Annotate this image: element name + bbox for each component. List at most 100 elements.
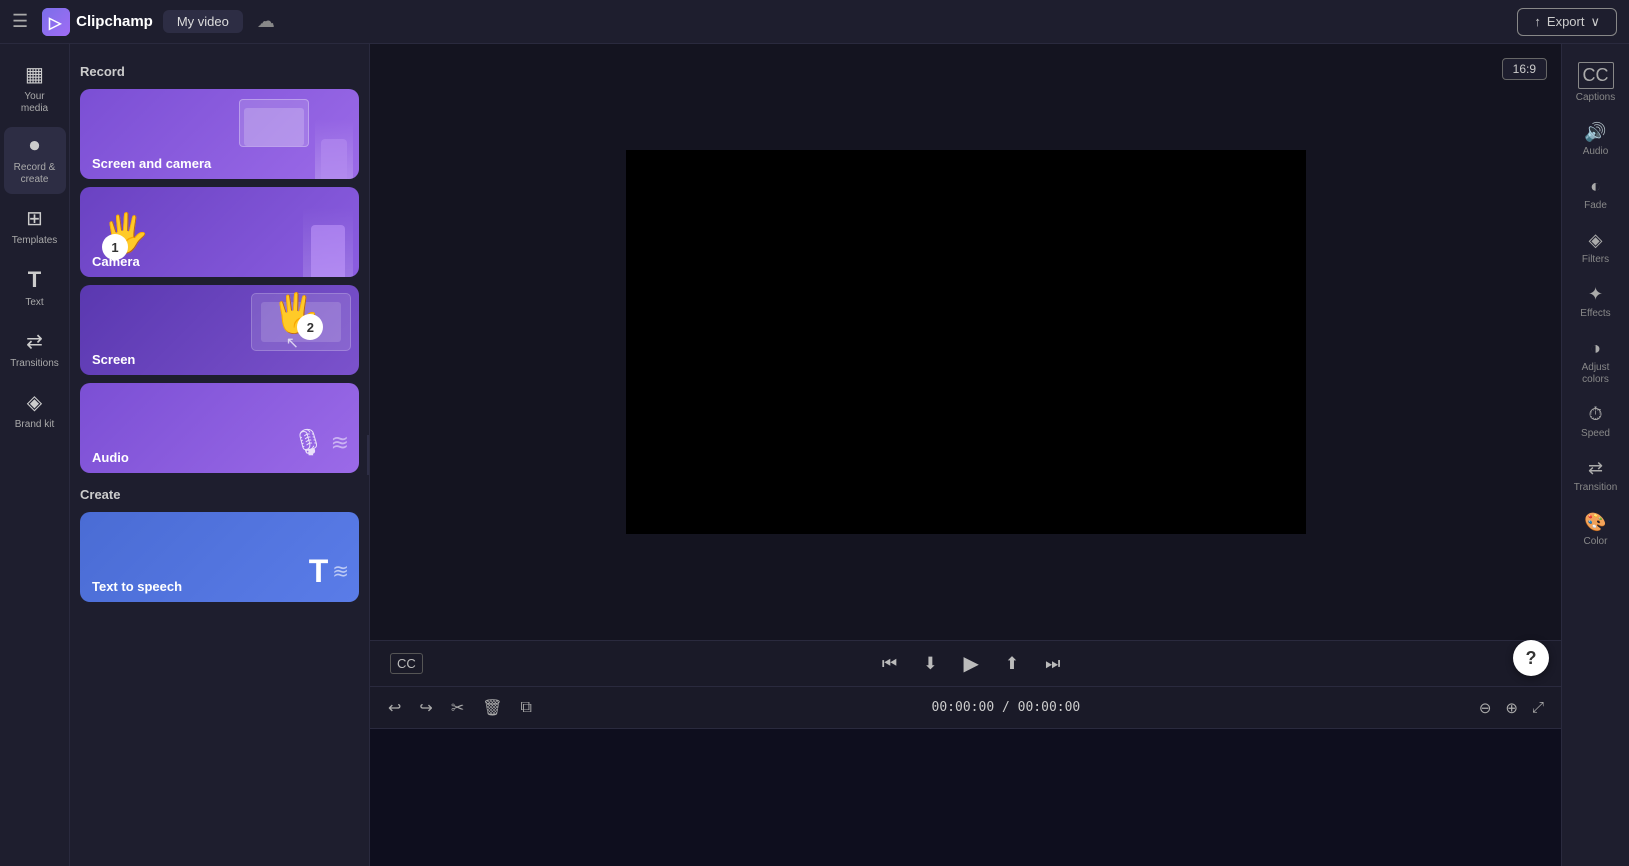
- help-button[interactable]: ?: [1513, 640, 1549, 676]
- total-time: 00:00:00: [1018, 700, 1081, 715]
- sidebar-item-transitions[interactable]: ⇄ Transitions: [4, 321, 66, 378]
- color-icon: 🎨: [1584, 512, 1606, 533]
- right-item-color[interactable]: 🎨 Color: [1565, 504, 1627, 556]
- step-back-button[interactable]: ⬇: [919, 650, 941, 678]
- sidebar-label-brand: Brand kit: [15, 419, 54, 431]
- export-button[interactable]: ↑ Export ∨: [1517, 8, 1617, 36]
- right-item-effects[interactable]: ✦ Effects: [1565, 276, 1627, 328]
- export-label: Export: [1547, 14, 1585, 29]
- record-section-title: Record: [80, 64, 359, 79]
- text-icon: T: [28, 267, 41, 293]
- adjust-colors-icon: ◑: [1590, 338, 1601, 359]
- video-tab[interactable]: My video: [163, 10, 243, 33]
- mic-icon: 🎙: [292, 427, 325, 458]
- sidebar-item-templates[interactable]: ⊞ Templates: [4, 198, 66, 255]
- screen-card-inner: [261, 302, 341, 342]
- color-label: Color: [1584, 536, 1608, 548]
- logo-icon: ▷: [42, 8, 70, 36]
- effects-label: Effects: [1580, 308, 1610, 320]
- record-panel: Record Screen and camera Camera: [70, 44, 370, 866]
- topbar: ☰ ▷ Clipchamp My video ☁ ↑ Export ∨: [0, 0, 1629, 44]
- video-canvas: 16:9: [370, 44, 1561, 640]
- right-item-transition[interactable]: ⇄ Transition: [1565, 450, 1627, 502]
- sidebar-item-brand[interactable]: ◈ Brand kit: [4, 382, 66, 439]
- video-area: 16:9 CC ⏮ ⬇ ▶ ⬆ ⏭ ↺ ↩ ↪ ✂ 🗑: [370, 44, 1561, 866]
- fade-icon: ◐: [1590, 176, 1601, 197]
- card-text-to-speech[interactable]: T ≋ Text to speech: [80, 512, 359, 602]
- sidebar-label-transitions: Transitions: [10, 358, 59, 370]
- templates-icon: ⊞: [26, 206, 43, 231]
- play-button[interactable]: ▶: [959, 647, 982, 680]
- cloud-icon: ☁: [257, 11, 275, 32]
- right-item-filters[interactable]: ◈ Filters: [1565, 222, 1627, 274]
- right-item-adjust-colors[interactable]: ◑ Adjust colors: [1565, 330, 1627, 394]
- card-screen[interactable]: ↖ Screen: [80, 285, 359, 375]
- cut-button[interactable]: ✂: [445, 694, 470, 722]
- zoom-out-button[interactable]: ⊖: [1474, 697, 1497, 719]
- export-icon: ↑: [1534, 14, 1541, 29]
- sidebar-label-text: Text: [25, 297, 43, 309]
- timeline-time: 00:00:00 / 00:00:00: [544, 700, 1468, 715]
- current-time: 00:00:00: [932, 700, 995, 715]
- your-media-icon: ▦: [25, 62, 44, 87]
- right-item-audio[interactable]: 🔊 Audio: [1565, 114, 1627, 166]
- copy-button[interactable]: ⧉: [515, 695, 538, 721]
- card-screen-and-camera[interactable]: Screen and camera: [80, 89, 359, 179]
- right-item-fade[interactable]: ◐ Fade: [1565, 168, 1627, 220]
- right-sidebar: CC Captions 🔊 Audio ◐ Fade ◈ Filters ✦ E…: [1561, 44, 1629, 866]
- card-audio[interactable]: 🎙 ≋ Audio: [80, 383, 359, 473]
- screen-inner: [244, 108, 304, 146]
- menu-icon[interactable]: ☰: [12, 11, 28, 32]
- video-controls: CC ⏮ ⬇ ▶ ⬆ ⏭ ↺: [370, 640, 1561, 686]
- step-forward-button[interactable]: ⬆: [1001, 650, 1023, 678]
- skip-to-end-button[interactable]: ⏭: [1041, 650, 1064, 678]
- card-label-audio: Audio: [92, 450, 129, 465]
- skip-to-start-button[interactable]: ⏮: [878, 650, 901, 678]
- camera-avatar: [303, 207, 353, 277]
- timeline-tracks: [370, 729, 1561, 866]
- sidebar-label-record: Record & create: [10, 162, 60, 186]
- captions-label: Captions: [1576, 92, 1615, 104]
- right-item-speed[interactable]: ⏱ Speed: [1565, 396, 1627, 448]
- waveform-icon: ≋: [331, 430, 349, 456]
- record-cards: Screen and camera Camera ↖ Screen: [80, 89, 359, 473]
- right-item-captions[interactable]: CC Captions: [1565, 54, 1627, 112]
- speed-label: Speed: [1581, 428, 1610, 440]
- delete-button[interactable]: 🗑: [476, 694, 508, 722]
- timeline: ↩ ↪ ✂ 🗑 ⧉ 00:00:00 / 00:00:00 ⊖ ⊕ ⤢: [370, 686, 1561, 866]
- transition-label: Transition: [1574, 482, 1618, 494]
- sidebar-item-text[interactable]: T Text: [4, 259, 66, 317]
- tts-decoration: T ≋: [309, 553, 349, 590]
- zoom-in-button[interactable]: ⊕: [1500, 697, 1523, 719]
- record-icon: ⏺: [30, 135, 40, 158]
- controls-center: ⏮ ⬇ ▶ ⬆ ⏭: [878, 647, 1065, 680]
- audio-right-icon: 🔊: [1584, 122, 1606, 143]
- timeline-toolbar: ↩ ↪ ✂ 🗑 ⧉ 00:00:00 / 00:00:00 ⊖ ⊕ ⤢: [370, 687, 1561, 729]
- sidebar-label-templates: Templates: [12, 235, 58, 247]
- card-label-tts: Text to speech: [92, 579, 182, 594]
- brand-icon: ◈: [27, 390, 42, 415]
- sidebar-item-your-media[interactable]: ▦ Your media: [4, 54, 66, 123]
- filters-icon: ◈: [1589, 230, 1603, 251]
- main-content: ▦ Your media ⏺ Record & create ⊞ Templat…: [0, 44, 1629, 866]
- transitions-icon: ⇄: [26, 329, 43, 354]
- filters-label: Filters: [1582, 254, 1609, 266]
- video-preview: [626, 150, 1306, 534]
- card-label-camera: Camera: [92, 254, 140, 269]
- screen-card-preview: [251, 293, 351, 351]
- create-cards: T ≋ Text to speech: [80, 512, 359, 602]
- export-chevron: ∨: [1590, 14, 1600, 30]
- sidebar-label-your-media: Your media: [10, 91, 60, 115]
- logo-text: Clipchamp: [76, 13, 153, 30]
- aspect-ratio-badge[interactable]: 16:9: [1502, 58, 1547, 80]
- captions-toggle[interactable]: CC: [390, 653, 423, 674]
- card-camera[interactable]: Camera: [80, 187, 359, 277]
- expand-button[interactable]: ⤢: [1527, 697, 1549, 718]
- redo-button[interactable]: ↪: [413, 694, 438, 722]
- svg-text:▷: ▷: [48, 15, 62, 32]
- camera-body: [311, 225, 345, 277]
- avatar-body: [321, 139, 347, 179]
- undo-button[interactable]: ↩: [382, 694, 407, 722]
- sidebar-item-record[interactable]: ⏺ Record & create: [4, 127, 66, 194]
- left-sidebar: ▦ Your media ⏺ Record & create ⊞ Templat…: [0, 44, 70, 866]
